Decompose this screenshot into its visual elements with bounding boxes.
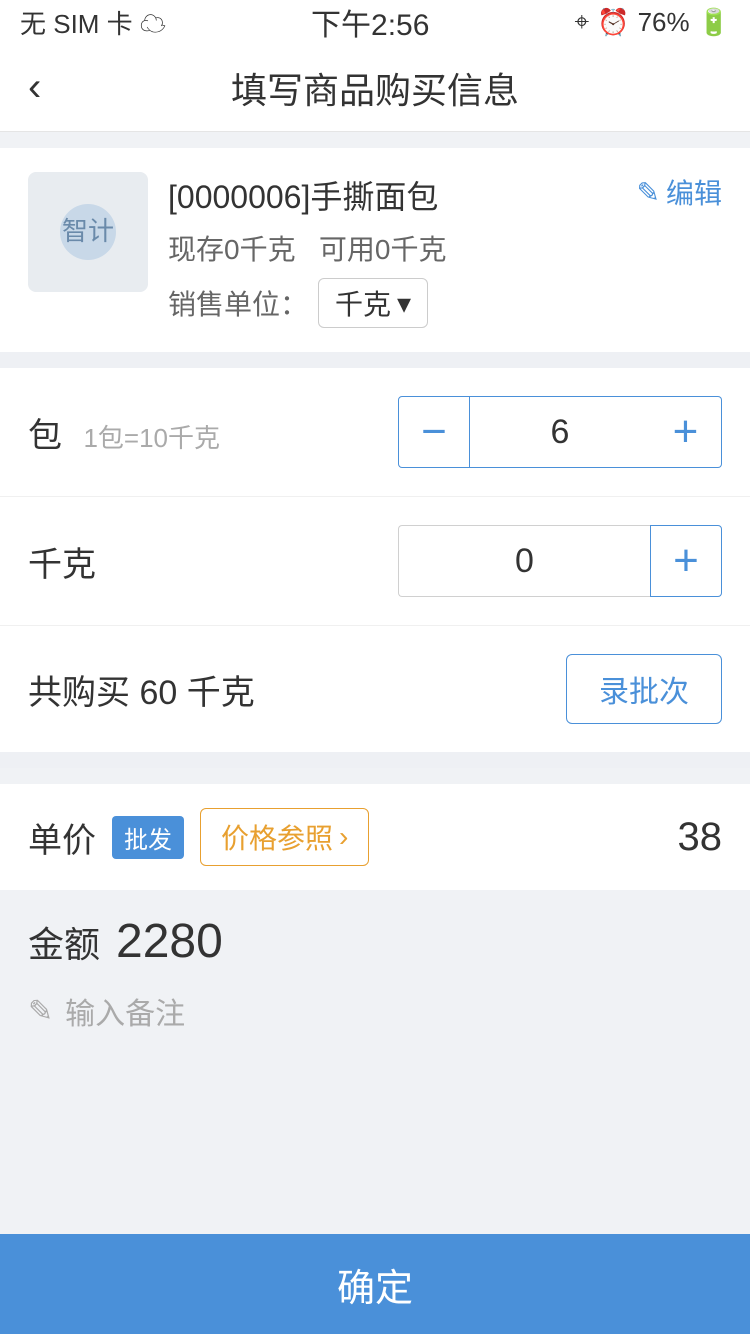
confirm-button[interactable]: 确定: [0, 1234, 750, 1334]
product-unit-row: 销售单位： 千克 ▾: [168, 278, 617, 328]
edit-button[interactable]: ✎ 编辑: [637, 172, 722, 212]
total-text: 共购买 60 千克: [28, 665, 255, 714]
divider-1: [0, 352, 750, 368]
note-icon: ✎: [28, 994, 53, 1029]
kg-plus-button[interactable]: +: [650, 525, 722, 597]
page-title: 填写商品购买信息: [231, 62, 519, 114]
package-minus-button[interactable]: −: [398, 396, 470, 468]
price-label: 单价: [28, 813, 96, 862]
kg-row: 千克 +: [0, 497, 750, 626]
amount-section: 金额 2280 ✎ 输入备注: [0, 890, 750, 1045]
battery-icon: 🔋: [698, 7, 730, 38]
product-logo-icon: 智计: [58, 202, 118, 262]
sim-status: 无 SIM 卡 ☁: [20, 4, 166, 41]
batch-tag: 批发: [112, 816, 184, 859]
alarm-icon: ⏰: [597, 7, 629, 38]
svg-text:智计: 智计: [62, 216, 114, 246]
price-value: 38: [678, 815, 723, 860]
location-icon: ⌖: [575, 6, 590, 38]
package-hint: 1包=10千克: [83, 423, 220, 453]
batch-button[interactable]: 录批次: [566, 654, 722, 724]
kg-input[interactable]: [398, 525, 650, 597]
amount-label: 金额: [28, 916, 100, 968]
price-ref-button[interactable]: 价格参照 ›: [200, 808, 369, 866]
product-card: 智计 [0000006]手撕面包 现存0千克 可用0千克 销售单位： 千克 ▾ …: [0, 148, 750, 352]
note-row[interactable]: ✎ 输入备注: [28, 989, 722, 1033]
product-info: [0000006]手撕面包 现存0千克 可用0千克 销售单位： 千克 ▾: [168, 172, 617, 328]
bottom-spacer: [0, 1045, 750, 1165]
status-left: 无 SIM 卡 ☁: [20, 4, 166, 41]
nav-bar: ‹ 填写商品购买信息: [0, 44, 750, 132]
price-section: 单价 批发 价格参照 › 38: [0, 784, 750, 890]
amount-value: 2280: [116, 914, 223, 969]
kg-label: 千克: [28, 537, 398, 586]
edit-icon: ✎: [637, 176, 660, 209]
total-amount: 60: [139, 674, 177, 712]
product-name: [0000006]手撕面包: [168, 172, 617, 218]
status-bar: 无 SIM 卡 ☁ 下午2:56 ⌖ ⏰ 76% 🔋: [0, 0, 750, 44]
package-input[interactable]: [470, 396, 650, 468]
amount-row: 金额 2280: [28, 914, 722, 969]
battery-level: 76%: [638, 7, 690, 38]
package-plus-button[interactable]: +: [650, 396, 722, 468]
status-time: 下午2:56: [311, 0, 429, 44]
kg-controls: +: [398, 525, 722, 597]
package-row: 包 1包=10千克 − +: [0, 368, 750, 497]
chevron-down-icon: ▾: [397, 287, 411, 320]
product-image: 智计: [28, 172, 148, 292]
note-placeholder: 输入备注: [65, 989, 185, 1033]
chevron-right-icon: ›: [339, 821, 348, 853]
package-label: 包 1包=10千克: [28, 408, 398, 457]
divider-2: [0, 752, 750, 768]
product-stock: 现存0千克 可用0千克: [168, 228, 617, 268]
input-section: 包 1包=10千克 − + 千克 +: [0, 368, 750, 626]
unit-select[interactable]: 千克 ▾: [318, 278, 428, 328]
status-right: ⌖ ⏰ 76% 🔋: [575, 6, 730, 38]
package-controls: − +: [398, 396, 722, 468]
back-button[interactable]: ‹: [28, 65, 41, 110]
total-row: 共购买 60 千克 录批次: [0, 626, 750, 752]
price-left: 单价 批发 价格参照 ›: [28, 808, 369, 866]
